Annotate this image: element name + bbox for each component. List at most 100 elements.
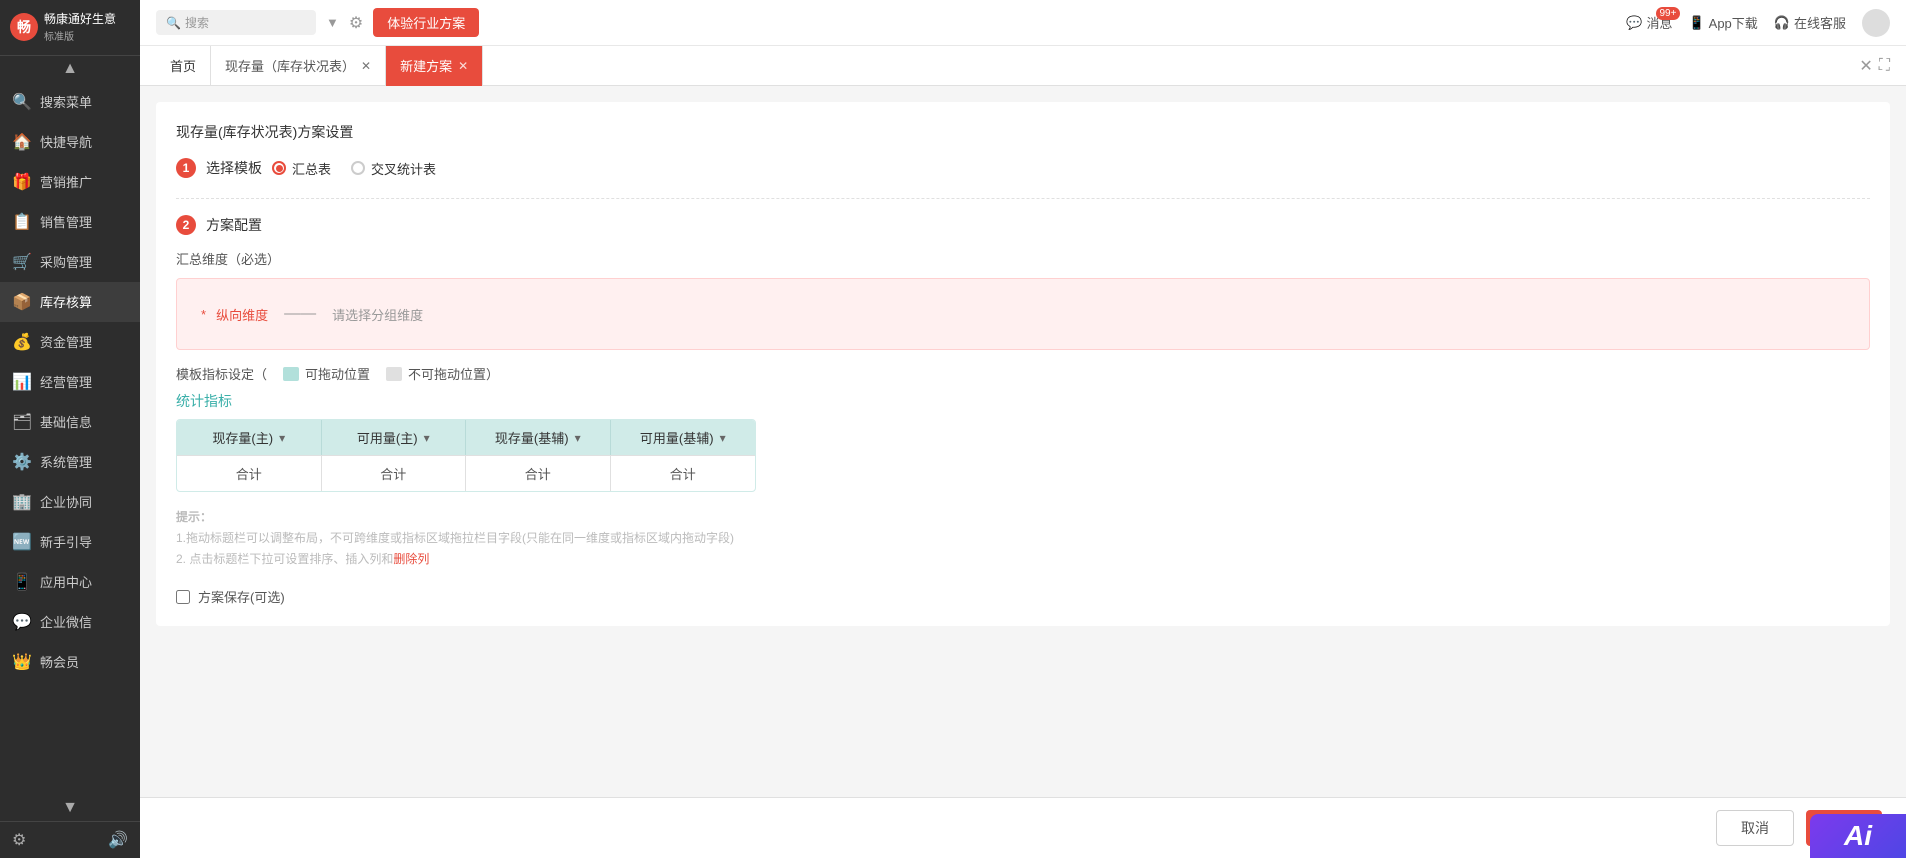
tab-home-label: 首页 (170, 56, 196, 75)
sidebar-scroll-up[interactable]: ▲ (0, 56, 140, 82)
drag-label: 可拖动位置 (305, 364, 370, 383)
save-checkbox[interactable] (176, 590, 190, 604)
step2-body: 汇总维度（必选） * 纵向维度 —— 请选择分组维度 模板指标设定（ 可拖动位置 (176, 249, 1870, 567)
sidebar-item-finance[interactable]: 💰 资金管理 (0, 322, 140, 362)
inventory-icon: 📦 (12, 292, 32, 312)
tip-1-text: 1.拖动标题栏可以调整布局，不可跨维度或指标区域拖拉栏目字段(只能在同一维度或指… (176, 531, 734, 545)
col-header-2-label: 现存量(基辅) (495, 428, 569, 447)
metrics-table-body: 合计 合计 合计 合计 (177, 455, 755, 491)
enterprise-icon: 🏢 (12, 492, 32, 512)
footer-bar: 取消 查询 (140, 797, 1906, 858)
sidebar-item-label: 资金管理 (40, 332, 92, 351)
sidebar-item-sales[interactable]: 📋 销售管理 (0, 202, 140, 242)
dimension-label: 汇总维度（必选） (176, 249, 1870, 268)
page-title: 现存量(库存状况表)方案设置 (176, 122, 1870, 142)
dropdown-icon[interactable]: ▼ (326, 15, 339, 30)
sales-icon: 📋 (12, 212, 32, 232)
tab-new-scheme[interactable]: 新建方案 ✕ (386, 46, 483, 86)
operations-icon: 📊 (12, 372, 32, 392)
sidebar-item-operations[interactable]: 📊 经营管理 (0, 362, 140, 402)
radio-cross[interactable]: 交叉统计表 (351, 159, 436, 178)
search-icon: 🔍 (166, 16, 181, 30)
trial-button[interactable]: 体验行业方案 (373, 8, 479, 37)
step2-title: 方案配置 (206, 215, 262, 235)
tip-line-2: 2. 点击标题栏下拉可设置排序、插入列和删除列 (176, 550, 1870, 567)
sidebar-item-purchase[interactable]: 🛒 采购管理 (0, 242, 140, 282)
user-avatar[interactable] (1862, 9, 1890, 37)
sidebar-item-label: 搜索菜单 (40, 92, 92, 111)
sidebar-item-label: 库存核算 (40, 292, 92, 311)
ai-watermark: Ai (1810, 814, 1906, 858)
sidebar-item-newguide[interactable]: 🆕 新手引导 (0, 522, 140, 562)
wechat-icon: 💬 (12, 612, 32, 632)
member-icon: 👑 (12, 652, 32, 672)
tip-2-prefix: 2. 点击标题栏下拉可设置排序、插入列和 (176, 552, 393, 566)
col-header-1-label: 可用量(主) (357, 428, 418, 447)
col-header-2[interactable]: 现存量(基辅) ▾ (466, 420, 611, 455)
col-header-1[interactable]: 可用量(主) ▾ (322, 420, 467, 455)
settings-icon[interactable]: ⚙ (12, 830, 26, 850)
online-service-label: 在线客服 (1794, 13, 1846, 32)
speaker-icon[interactable]: 🔊 (108, 830, 128, 850)
sidebar-item-enterprise[interactable]: 🏢 企业协同 (0, 482, 140, 522)
phone-icon: 📱 (1688, 15, 1704, 31)
step2-header: 2 方案配置 (176, 215, 1870, 235)
tab-new-scheme-close[interactable]: ✕ (458, 59, 468, 73)
chevron-down-icon: ▾ (575, 431, 581, 445)
sidebar-item-label: 系统管理 (40, 452, 92, 471)
sidebar-item-quicknav[interactable]: 🏠 快捷导航 (0, 122, 140, 162)
search-box[interactable]: 🔍 搜索 (156, 10, 316, 35)
save-section: 方案保存(可选) (176, 587, 1870, 606)
tips-title: 提示： (176, 510, 212, 524)
tab-inventory-close[interactable]: ✕ (361, 59, 371, 73)
sidebar-item-label: 销售管理 (40, 212, 92, 231)
sidebar-item-basic[interactable]: 🗂 基础信息 (0, 402, 140, 442)
template-radio-group: 汇总表 交叉统计表 (272, 159, 436, 178)
expand-panel-button[interactable]: ⛶ (1879, 57, 1890, 75)
radio-cross-dot (351, 161, 365, 175)
close-panel-button[interactable]: ✕ (1859, 56, 1872, 76)
chevron-down-icon: ▾ (279, 431, 285, 445)
basic-icon: 🗂 (12, 412, 32, 432)
dimension-label-text: 汇总维度（必选） (176, 252, 280, 267)
dimension-box: * 纵向维度 —— 请选择分组维度 (176, 278, 1870, 350)
ai-label: Ai (1844, 820, 1872, 852)
nodrag-label: 不可拖动位置） (408, 364, 499, 383)
col-header-3[interactable]: 可用量(基辅) ▾ (611, 420, 756, 455)
tip-2-highlight: 删除列 (393, 552, 429, 566)
topbar-left: 🔍 搜索 ▼ ⚙ 体验行业方案 (156, 8, 479, 37)
tab-home[interactable]: 首页 (156, 46, 211, 86)
dimension-required: * (201, 307, 206, 322)
gear-icon[interactable]: ⚙ (349, 13, 363, 33)
sidebar-item-member[interactable]: 👑 畅会员 (0, 642, 140, 682)
col-header-0[interactable]: 现存量(主) ▾ (177, 420, 322, 455)
col-header-3-label: 可用量(基辅) (640, 428, 714, 447)
online-service-button[interactable]: 🎧 在线客服 (1774, 13, 1846, 32)
sidebar-scroll-down[interactable]: ▼ (0, 795, 140, 821)
message-button[interactable]: 💬 消息 99+ (1626, 13, 1672, 32)
sidebar-item-system[interactable]: ⚙️ 系统管理 (0, 442, 140, 482)
main-area: 🔍 搜索 ▼ ⚙ 体验行业方案 💬 消息 99+ 📱 App下载 🎧 在线客服 (140, 0, 1906, 858)
sidebar-item-inventory[interactable]: 📦 库存核算 (0, 282, 140, 322)
sidebar-item-search[interactable]: 🔍 搜索菜单 (0, 82, 140, 122)
app-download-button[interactable]: 📱 App下载 (1688, 13, 1757, 32)
nodrag-box (386, 367, 402, 381)
cell-2: 合计 (466, 455, 611, 491)
sidebar: 畅 畅康通好生意 标准版 ▲ 🔍 搜索菜单 🏠 快捷导航 🎁 营销推广 📋 销售… (0, 0, 140, 858)
sidebar-logo: 畅 畅康通好生意 标准版 (0, 0, 140, 56)
drag-box (283, 367, 299, 381)
radio-summary[interactable]: 汇总表 (272, 159, 331, 178)
sidebar-item-wechat[interactable]: 💬 企业微信 (0, 602, 140, 642)
sidebar-item-marketing[interactable]: 🎁 营销推广 (0, 162, 140, 202)
chevron-down-icon: ▾ (720, 431, 726, 445)
home-icon: 🏠 (12, 132, 32, 152)
step1-section: 1 选择模板 汇总表 交叉统计表 (176, 158, 1870, 178)
cancel-button[interactable]: 取消 (1716, 810, 1794, 846)
sidebar-item-appcenter[interactable]: 📱 应用中心 (0, 562, 140, 602)
message-badge: 99+ (1656, 7, 1681, 20)
content-area: 现存量(库存状况表)方案设置 1 选择模板 汇总表 交叉统计表 (140, 86, 1906, 797)
system-icon: ⚙️ (12, 452, 32, 472)
step-divider (176, 198, 1870, 199)
search-placeholder: 搜索 (185, 14, 209, 31)
tab-inventory-status[interactable]: 现存量（库存状况表） ✕ (211, 46, 386, 86)
